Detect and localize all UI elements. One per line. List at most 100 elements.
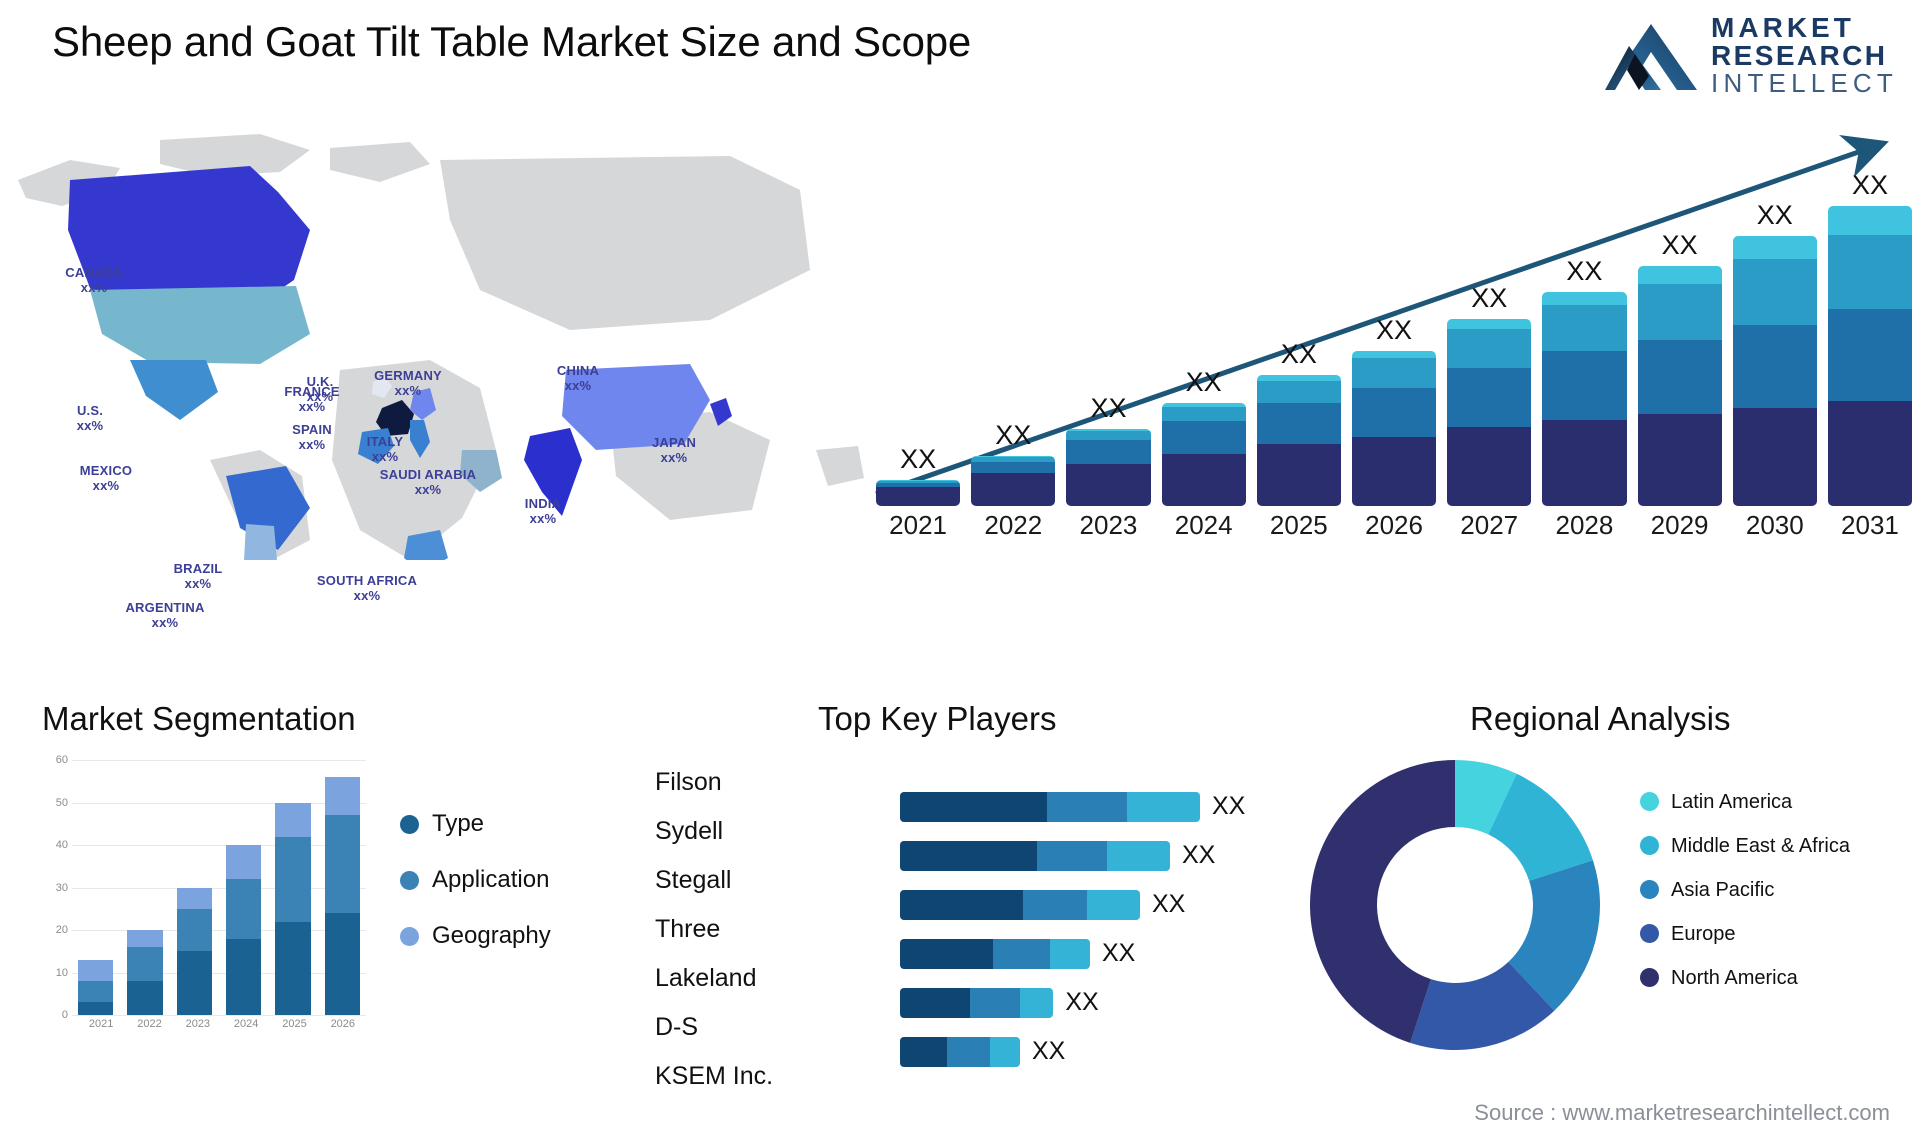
map-label-france: FRANCE xx% [284, 384, 340, 415]
forecast-bar-column: XX [1637, 166, 1722, 506]
map-label-india: INDIA xx% [524, 496, 562, 527]
segmentation-bar-segment [78, 959, 114, 981]
forecast-bar-segment [1351, 351, 1437, 359]
forecast-bar-segment [1256, 402, 1341, 445]
segmentation-y-tick: 20 [55, 924, 68, 936]
key-player-bar-segment [993, 938, 1050, 969]
segmentation-bar-segment [176, 908, 212, 952]
forecast-bar-columns: XX XX XX XX XX XX XX XX XX XX XX [876, 166, 1913, 506]
map-label-brazil: BRAZIL xx% [173, 561, 223, 592]
market-segmentation-title: Market Segmentation [42, 700, 356, 737]
segmentation-x-label: 2021 [88, 1018, 114, 1030]
forecast-bar-segment [1256, 381, 1341, 403]
key-player-stacked-bar [900, 791, 1200, 822]
map-label-mexico: MEXICO xx% [79, 463, 133, 494]
key-player-value: XX [1152, 890, 1186, 918]
key-player-value: XX [1182, 841, 1216, 869]
key-player-bars: XX XX XX XX XX XX [900, 782, 1320, 1076]
key-player-bar-segment [1106, 840, 1170, 871]
forecast-bar-segment [1066, 431, 1151, 440]
segmentation-bar [78, 959, 114, 1015]
key-player-bar-row: XX [900, 831, 1320, 880]
forecast-bar-column: XX [971, 166, 1056, 506]
regional-donut-svg [1310, 760, 1600, 1050]
forecast-bar-segment [1827, 234, 1913, 310]
segmentation-x-label: 2026 [330, 1018, 356, 1030]
forecast-bar-segment [1066, 440, 1151, 465]
regional-legend-item: Latin America [1640, 790, 1850, 814]
segmentation-plot-area [72, 760, 366, 1016]
segmentation-bar [275, 802, 311, 1015]
segmentation-gridline [72, 1015, 366, 1016]
map-label-saudi-arabia: SAUDI ARABIA xx% [379, 467, 477, 498]
forecast-bar-segment [1161, 406, 1246, 422]
forecast-bar-value: XX [995, 419, 1032, 450]
segmentation-y-tick: 0 [61, 1009, 68, 1021]
logo-line-market: MARKET [1711, 12, 1855, 43]
segmentation-y-tick: 10 [55, 966, 68, 979]
forecast-bar-value: XX [1851, 170, 1888, 200]
forecast-bar-segment [1542, 419, 1627, 506]
segmentation-y-tick: 50 [55, 796, 68, 809]
forecast-bar-column: XX [1542, 166, 1627, 506]
map-label-us: U.S. xx% [76, 403, 104, 434]
forecast-bar-value: XX [1661, 230, 1698, 261]
legend-color-dot [400, 814, 419, 834]
map-label-japan: JAPAN xx% [651, 435, 697, 466]
forecast-bar-segment [1732, 408, 1817, 506]
key-player-name: Sydell [655, 817, 724, 845]
forecast-year-label: 2031 [1841, 510, 1899, 540]
regional-legend-item: Middle East & Africa [1640, 834, 1850, 858]
forecast-bar-value: XX [1376, 314, 1413, 345]
forecast-stacked-bar [1447, 319, 1532, 506]
legend-color-dot [400, 926, 419, 946]
segmentation-x-label: 2022 [137, 1018, 162, 1030]
key-player-stacked-bar [900, 889, 1140, 920]
forecast-bar-column: XX [1732, 166, 1817, 506]
forecast-stacked-bar [1732, 236, 1817, 506]
forecast-bar-segment [1351, 437, 1437, 506]
legend-color-dot [1640, 880, 1659, 899]
forecast-bar-column: XX [1161, 166, 1246, 506]
regional-analysis-title: Regional Analysis [1470, 700, 1731, 737]
forecast-stacked-bar [1161, 402, 1246, 506]
brand-logo: MARKET RESEARCH INTELLECT [1605, 14, 1898, 96]
world-map: CANADA xx% U.S. xx% MEXICO xx% BRAZIL xx% AR… [10, 120, 870, 630]
mountain-m-logo-icon [1605, 24, 1698, 90]
key-player-bar-segment [900, 938, 994, 969]
map-label-germany: GERMANY xx% [374, 368, 442, 399]
source-attribution: Source : www.marketresearchintellect.com [1474, 1100, 1890, 1125]
forecast-bar-column: XX [1351, 166, 1437, 506]
key-player-value: XX [1065, 988, 1099, 1016]
forecast-bar-segment [1827, 401, 1913, 506]
forecast-bar-segment [1542, 351, 1627, 420]
forecast-bar-segment [1542, 305, 1627, 351]
market-segmentation-chart: 60 50 40 30 20 10 0 2021 2022 2023 2024 2025 2026 [36, 754, 366, 1050]
segmentation-bar [324, 777, 360, 1015]
legend-color-dot [400, 870, 419, 890]
segmentation-bar-segment [275, 802, 311, 837]
forecast-stacked-bar [876, 480, 961, 506]
key-player-bar-segment [900, 840, 1037, 871]
forecast-bar-segment [1447, 368, 1532, 428]
legend-label: Latin America [1671, 791, 1793, 813]
key-player-bar-segment [900, 987, 970, 1018]
legend-label: Type [432, 810, 485, 837]
segmentation-legend-item: Application [400, 866, 551, 894]
forecast-bar-value: XX [1756, 200, 1793, 231]
segmentation-x-label: 2023 [185, 1018, 211, 1030]
segmentation-legend-item: Type [400, 810, 551, 838]
legend-label: Middle East & Africa [1671, 835, 1850, 857]
segmentation-legend: Type Application Geography [400, 810, 551, 950]
map-label-south-africa: SOUTH AFRICA xx% [316, 573, 418, 604]
legend-label: North America [1671, 967, 1798, 989]
segmentation-bars [78, 760, 360, 1015]
forecast-bar-column: XX [1066, 166, 1151, 506]
page-title: Sheep and Goat Tilt Table Market Size an… [52, 18, 972, 65]
forecast-bar-segment [876, 487, 961, 506]
key-player-bar-segment [1019, 987, 1054, 1018]
forecast-bar-segment [1447, 319, 1532, 330]
segmentation-bar-segment [225, 938, 262, 1015]
forecast-bar-segment [1732, 325, 1817, 409]
legend-color-dot [1640, 968, 1659, 987]
